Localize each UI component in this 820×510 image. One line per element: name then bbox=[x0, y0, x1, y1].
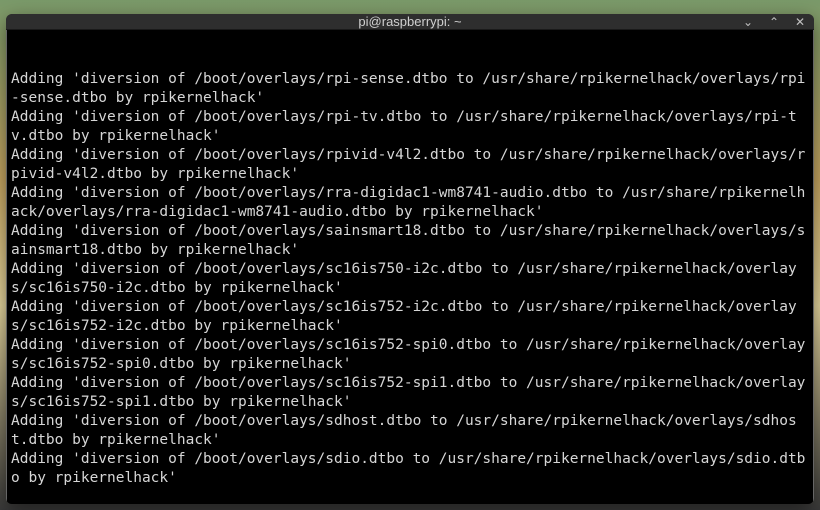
terminal-window: pi@raspberrypi: ~ ⌄ ⌃ ✕ Adding 'diversio… bbox=[6, 14, 814, 504]
terminal-line: Adding 'diversion of /boot/overlays/sc16… bbox=[11, 298, 809, 336]
chevron-up-icon: ⌃ bbox=[769, 15, 779, 29]
close-icon: ✕ bbox=[795, 15, 805, 29]
maximize-button[interactable]: ⌃ bbox=[766, 14, 782, 30]
terminal-line: Adding 'diversion of /boot/overlays/sdho… bbox=[11, 412, 809, 450]
terminal-line: Adding 'diversion of /boot/overlays/sain… bbox=[11, 222, 809, 260]
terminal-line: Adding 'diversion of /boot/overlays/rpi-… bbox=[11, 70, 809, 108]
titlebar[interactable]: pi@raspberrypi: ~ ⌄ ⌃ ✕ bbox=[6, 14, 814, 30]
close-button[interactable]: ✕ bbox=[792, 14, 808, 30]
terminal-line: Adding 'diversion of /boot/overlays/rra-… bbox=[11, 184, 809, 222]
terminal-line: Adding 'diversion of /boot/overlays/sc16… bbox=[11, 336, 809, 374]
chevron-down-icon: ⌄ bbox=[743, 15, 753, 29]
window-title: pi@raspberrypi: ~ bbox=[358, 14, 461, 29]
terminal-line: Adding 'diversion of /boot/overlays/rpi-… bbox=[11, 108, 809, 146]
window-controls: ⌄ ⌃ ✕ bbox=[740, 14, 808, 29]
minimize-button[interactable]: ⌄ bbox=[740, 14, 756, 30]
terminal-line: Adding 'diversion of /boot/overlays/sc16… bbox=[11, 260, 809, 298]
terminal-line: Adding 'diversion of /boot/overlays/sdio… bbox=[11, 450, 809, 488]
terminal-line: Adding 'diversion of /boot/overlays/rpiv… bbox=[11, 146, 809, 184]
terminal-output[interactable]: Adding 'diversion of /boot/overlays/rpi-… bbox=[7, 30, 813, 504]
terminal-line: Adding 'diversion of /boot/overlays/sc16… bbox=[11, 374, 809, 412]
